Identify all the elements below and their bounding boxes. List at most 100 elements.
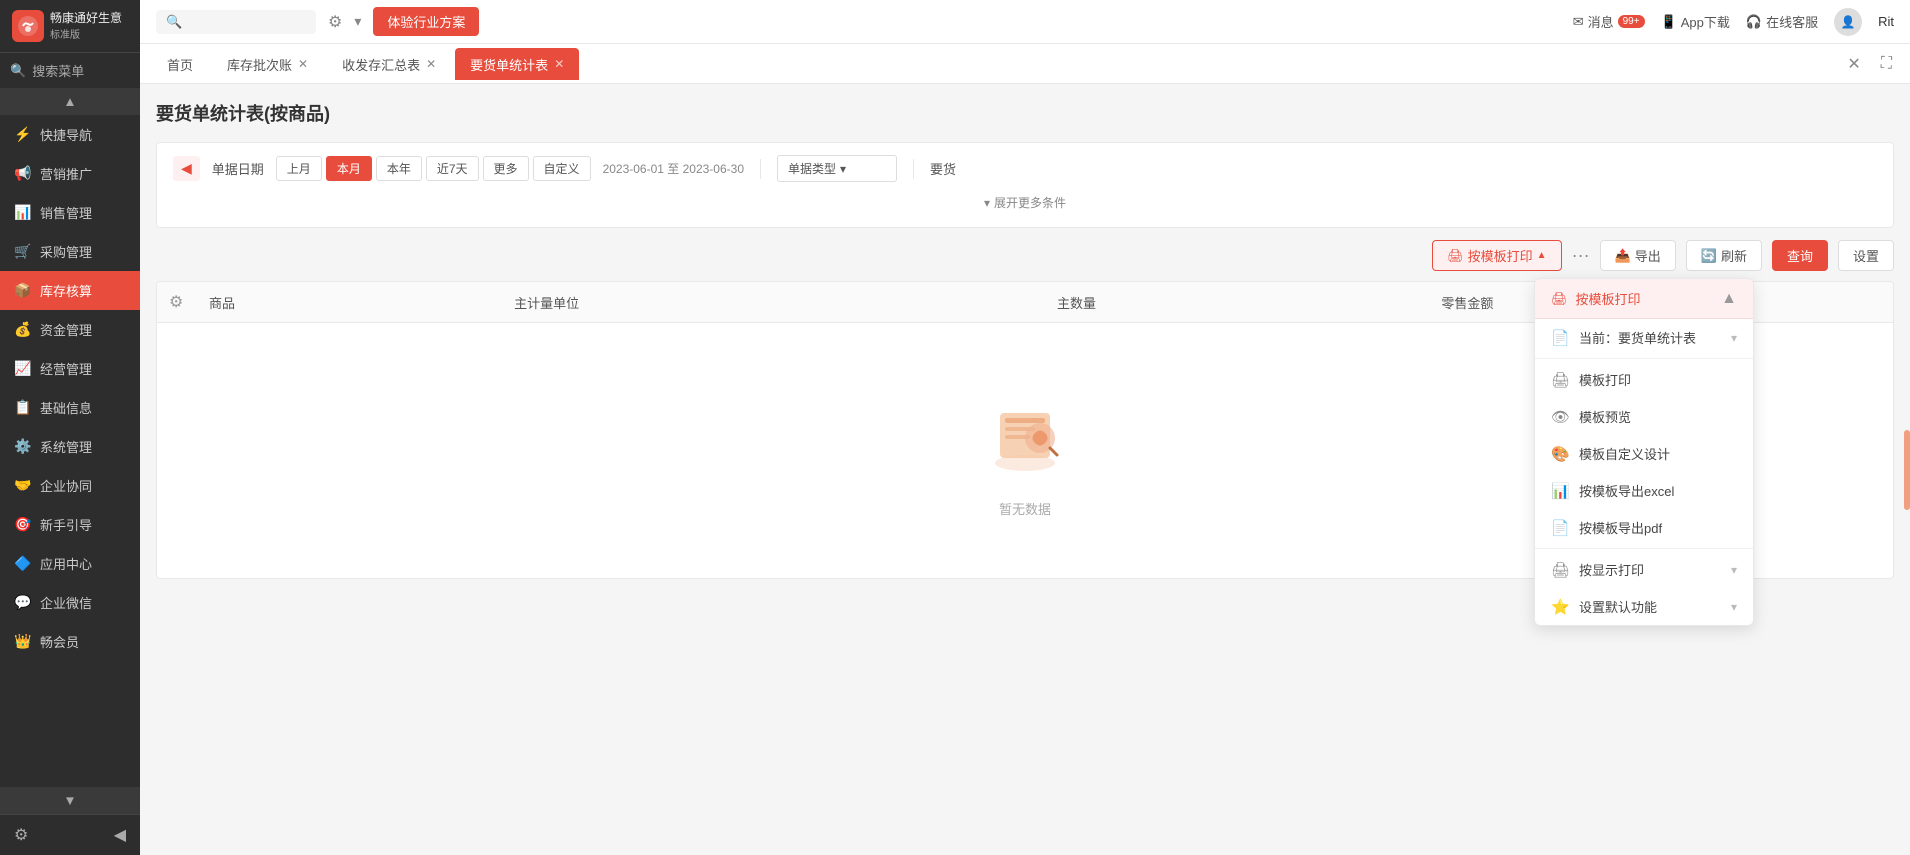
sidebar-scroll-up[interactable]: ▲ — [0, 88, 140, 115]
filter-recent-7[interactable]: 近7天 — [426, 156, 479, 181]
topbar: 🔍 ⚙ ▾ 体验行业方案 ✉ 消息 99+ 📱 App下载 🎧 在线客服 👤 R… — [140, 0, 1910, 44]
settings-label: 设置 — [1853, 246, 1879, 265]
sidebar-item-label: 库存核算 — [40, 281, 92, 300]
tab-home-label: 首页 — [167, 55, 193, 74]
topbar-settings-icon[interactable]: ⚙ — [328, 12, 342, 32]
sidebar-item-system[interactable]: ⚙️ 系统管理 — [0, 427, 140, 466]
print-label: 按模板打印 — [1468, 246, 1533, 265]
empty-state-text: 暂无数据 — [999, 499, 1051, 518]
sidebar-item-quick-nav[interactable]: ⚡ 快捷导航 — [0, 115, 140, 154]
tab-order-stats[interactable]: 要货单统计表 ✕ — [455, 48, 579, 80]
dropdown-item-export-excel[interactable]: 📊 按模板导出excel — [1535, 472, 1753, 509]
filter-order-type-select[interactable]: 单据类型 ▾ — [777, 155, 897, 182]
refresh-button[interactable]: 🔄 刷新 — [1686, 240, 1762, 271]
export-icon: 📤 — [1615, 248, 1631, 264]
topbar-dropdown-icon[interactable]: ▾ — [354, 13, 361, 30]
footer-collapse-icon[interactable]: ◀ — [114, 825, 126, 845]
toolbar-more-icon[interactable]: ··· — [1572, 245, 1590, 266]
sidebar-item-inventory[interactable]: 📦 库存核算 — [0, 271, 140, 310]
filter-divider-1 — [760, 159, 761, 179]
sidebar-item-enterprise[interactable]: 🤝 企业协同 — [0, 466, 140, 505]
filter-this-year[interactable]: 本年 — [376, 156, 422, 181]
tab-inventory-batch[interactable]: 库存批次账 ✕ — [212, 48, 323, 80]
topbar-search-input[interactable] — [188, 15, 288, 29]
dropdown-item-template-custom[interactable]: 🎨 模板自定义设计 — [1535, 435, 1753, 472]
template-print-icon: 🖨 — [1551, 371, 1569, 389]
industry-solution-button[interactable]: 体验行业方案 — [373, 7, 479, 36]
dropdown-item-label: 模板打印 — [1579, 370, 1631, 389]
sidebar-search-item[interactable]: 🔍 搜索菜单 — [0, 53, 140, 88]
tab-collection-summary-close[interactable]: ✕ — [426, 57, 436, 71]
right-scrollbar[interactable] — [1904, 430, 1910, 510]
member-icon: 👑 — [14, 633, 32, 651]
col-quantity: 主数量 — [1045, 282, 1429, 323]
dropdown-print-icon: 🖨 — [1551, 291, 1568, 307]
settings-button[interactable]: 设置 — [1838, 240, 1894, 271]
table-settings-icon[interactable]: ⚙ — [169, 294, 183, 311]
online-service-button[interactable]: 🎧 在线客服 — [1746, 12, 1818, 31]
tab-expand-button[interactable]: ⛶ — [1875, 53, 1898, 75]
sidebar-logo: 畅康通好生意 标准版 — [0, 0, 140, 53]
topbar-search-box[interactable]: 🔍 — [156, 10, 316, 34]
tab-collection-summary[interactable]: 收发存汇总表 ✕ — [327, 48, 451, 80]
filter-custom[interactable]: 自定义 — [533, 156, 591, 181]
filter-current-month[interactable]: 本月 — [326, 156, 372, 181]
sidebar-item-basic-info[interactable]: 📋 基础信息 — [0, 388, 140, 427]
filter-date-range: 2023-06-01 至 2023-06-30 — [603, 160, 744, 177]
dropdown-item-label: 按模板导出excel — [1579, 481, 1674, 500]
dropdown-item-template-print[interactable]: 🖨 模板打印 — [1535, 361, 1753, 398]
user-avatar[interactable]: 👤 — [1834, 8, 1862, 36]
export-pdf-icon: 📄 — [1551, 519, 1569, 537]
sidebar-item-operations[interactable]: 📈 经营管理 — [0, 349, 140, 388]
display-print-chevron: ▾ — [1731, 563, 1737, 577]
filter-more[interactable]: 更多 — [483, 156, 529, 181]
toolbar: 🖨 按模板打印 ▲ ··· 📤 导出 🔄 刷新 查询 设置 — [156, 240, 1894, 271]
dropdown-item-template-preview[interactable]: 👁 模板预览 — [1535, 398, 1753, 435]
sidebar-item-label: 企业协同 — [40, 476, 92, 495]
tab-inventory-batch-close[interactable]: ✕ — [298, 57, 308, 71]
footer-settings-icon[interactable]: ⚙ — [14, 825, 28, 845]
query-button[interactable]: 查询 — [1772, 240, 1828, 271]
basic-info-icon: 📋 — [14, 399, 32, 417]
main-area: 🔍 ⚙ ▾ 体验行业方案 ✉ 消息 99+ 📱 App下载 🎧 在线客服 👤 R… — [140, 0, 1910, 855]
sidebar-item-sales[interactable]: 📊 销售管理 — [0, 193, 140, 232]
sidebar-item-newbie[interactable]: 🎯 新手引导 — [0, 505, 140, 544]
search-icon: 🔍 — [10, 63, 26, 79]
dropdown-section-set-default[interactable]: ⭐ 设置默认功能 ▾ — [1535, 588, 1753, 625]
filter-expand-icon: ▾ — [984, 196, 990, 210]
tab-close-all-button[interactable]: ✕ — [1841, 52, 1866, 76]
sidebar-item-label: 企业微信 — [40, 593, 92, 612]
operations-icon: 📈 — [14, 360, 32, 378]
export-excel-icon: 📊 — [1551, 482, 1569, 500]
sidebar-item-finance[interactable]: 💰 资金管理 — [0, 310, 140, 349]
tab-order-stats-close[interactable]: ✕ — [554, 57, 564, 71]
online-service-label: 在线客服 — [1766, 12, 1818, 31]
sidebar-item-marketing[interactable]: 📢 营销推广 — [0, 154, 140, 193]
sidebar-item-purchase[interactable]: 🛒 采购管理 — [0, 232, 140, 271]
app-logo-icon — [12, 10, 44, 42]
app-download-icon: 📱 — [1661, 14, 1677, 30]
sidebar-search-label: 搜索菜单 — [32, 61, 84, 80]
dropdown-current-label: 当前：要货单统计表 — [1579, 328, 1696, 347]
sidebar-scroll-down[interactable]: ▼ — [0, 787, 140, 814]
set-default-icon: ⭐ — [1551, 598, 1569, 616]
sidebar-item-member[interactable]: 👑 畅会员 — [0, 622, 140, 661]
sidebar-item-enterprise-wechat[interactable]: 💬 企业微信 — [0, 583, 140, 622]
filter-expand-button[interactable]: ▾ 展开更多条件 — [976, 190, 1074, 215]
user-name[interactable]: Rit — [1878, 14, 1894, 29]
sidebar-item-app-center[interactable]: 🔷 应用中心 — [0, 544, 140, 583]
sidebar-item-label: 资金管理 — [40, 320, 92, 339]
messages-button[interactable]: ✉ 消息 99+ — [1573, 12, 1645, 31]
dropdown-current-template[interactable]: 📄 当前：要货单统计表 ▾ — [1535, 319, 1753, 356]
print-template-button[interactable]: 🖨 按模板打印 ▲ — [1432, 240, 1561, 271]
tab-home[interactable]: 首页 — [152, 48, 208, 80]
export-button[interactable]: 📤 导出 — [1600, 240, 1676, 271]
dropdown-item-export-pdf[interactable]: 📄 按模板导出pdf — [1535, 509, 1753, 546]
dropdown-section-display-print[interactable]: 🖨 按显示打印 ▾ — [1535, 551, 1753, 588]
dropdown-item-label: 模板预览 — [1579, 407, 1631, 426]
filter-prev-month[interactable]: 上月 — [276, 156, 322, 181]
app-download-button[interactable]: 📱 App下载 — [1661, 12, 1730, 31]
dropdown-close-button[interactable]: ▲ — [1721, 290, 1737, 308]
enterprise-wechat-icon: 💬 — [14, 594, 32, 612]
filter-collapse-btn[interactable]: ◀ — [173, 156, 200, 181]
